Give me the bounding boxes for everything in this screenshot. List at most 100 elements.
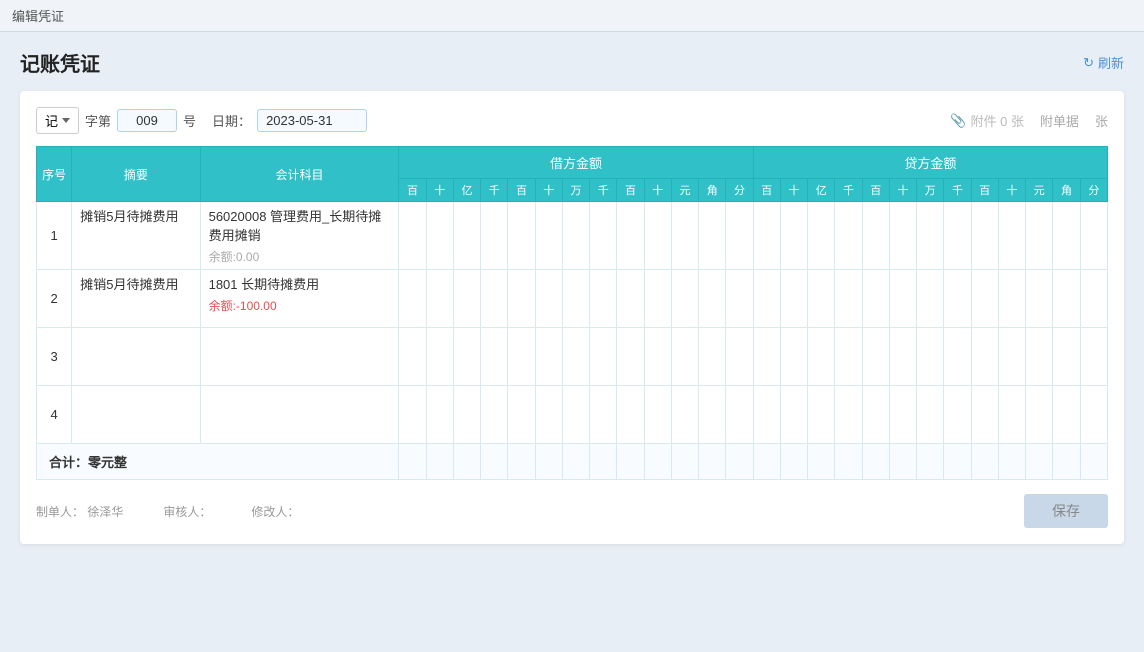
debit-amount-cell[interactable] (671, 202, 698, 270)
debit-amount-cell[interactable] (562, 328, 589, 386)
credit-amount-cell[interactable] (971, 202, 998, 270)
credit-amount-cell[interactable] (944, 386, 971, 444)
debit-amount-cell[interactable] (508, 270, 535, 328)
debit-amount-cell[interactable] (399, 270, 426, 328)
account-cell[interactable] (200, 386, 399, 444)
credit-amount-cell[interactable] (808, 270, 835, 328)
credit-amount-cell[interactable] (944, 328, 971, 386)
debit-amount-cell[interactable] (617, 386, 644, 444)
credit-amount-cell[interactable] (1053, 270, 1080, 328)
summary-cell[interactable] (72, 328, 200, 386)
credit-amount-cell[interactable] (780, 270, 807, 328)
credit-amount-cell[interactable] (1080, 386, 1107, 444)
credit-amount-cell[interactable] (753, 270, 780, 328)
credit-amount-cell[interactable] (998, 386, 1025, 444)
debit-amount-cell[interactable] (481, 328, 508, 386)
type-dropdown[interactable]: 记 (36, 107, 79, 134)
credit-amount-cell[interactable] (889, 202, 916, 270)
debit-amount-cell[interactable] (699, 386, 726, 444)
debit-amount-cell[interactable] (644, 270, 671, 328)
debit-amount-cell[interactable] (644, 202, 671, 270)
credit-amount-cell[interactable] (1080, 328, 1107, 386)
summary-cell[interactable]: 摊销5月待摊费用 (72, 270, 200, 328)
credit-amount-cell[interactable] (1026, 270, 1053, 328)
debit-amount-cell[interactable] (481, 386, 508, 444)
debit-amount-cell[interactable] (453, 328, 480, 386)
credit-amount-cell[interactable] (862, 386, 889, 444)
credit-amount-cell[interactable] (835, 328, 862, 386)
credit-amount-cell[interactable] (1053, 328, 1080, 386)
debit-amount-cell[interactable] (426, 202, 453, 270)
credit-amount-cell[interactable] (889, 270, 916, 328)
credit-amount-cell[interactable] (808, 202, 835, 270)
debit-amount-cell[interactable] (508, 386, 535, 444)
credit-amount-cell[interactable] (971, 328, 998, 386)
debit-amount-cell[interactable] (453, 386, 480, 444)
credit-amount-cell[interactable] (944, 270, 971, 328)
debit-amount-cell[interactable] (699, 202, 726, 270)
debit-amount-cell[interactable] (699, 328, 726, 386)
credit-amount-cell[interactable] (917, 202, 944, 270)
debit-amount-cell[interactable] (426, 328, 453, 386)
debit-amount-cell[interactable] (671, 386, 698, 444)
debit-amount-cell[interactable] (617, 202, 644, 270)
debit-amount-cell[interactable] (535, 202, 562, 270)
credit-amount-cell[interactable] (917, 386, 944, 444)
debit-amount-cell[interactable] (508, 202, 535, 270)
debit-amount-cell[interactable] (590, 202, 617, 270)
debit-amount-cell[interactable] (481, 202, 508, 270)
credit-amount-cell[interactable] (971, 270, 998, 328)
credit-amount-cell[interactable] (998, 202, 1025, 270)
debit-amount-cell[interactable] (699, 270, 726, 328)
credit-amount-cell[interactable] (1053, 386, 1080, 444)
debit-amount-cell[interactable] (726, 270, 753, 328)
debit-amount-cell[interactable] (644, 328, 671, 386)
credit-amount-cell[interactable] (780, 328, 807, 386)
credit-amount-cell[interactable] (753, 328, 780, 386)
debit-amount-cell[interactable] (535, 386, 562, 444)
debit-amount-cell[interactable] (535, 328, 562, 386)
debit-amount-cell[interactable] (590, 386, 617, 444)
debit-amount-cell[interactable] (726, 202, 753, 270)
credit-amount-cell[interactable] (808, 328, 835, 386)
debit-amount-cell[interactable] (453, 270, 480, 328)
debit-amount-cell[interactable] (726, 386, 753, 444)
credit-amount-cell[interactable] (998, 328, 1025, 386)
debit-amount-cell[interactable] (399, 328, 426, 386)
credit-amount-cell[interactable] (944, 202, 971, 270)
debit-amount-cell[interactable] (399, 386, 426, 444)
debit-amount-cell[interactable] (426, 386, 453, 444)
credit-amount-cell[interactable] (889, 328, 916, 386)
summary-cell[interactable]: 摊销5月待摊费用 (72, 202, 200, 270)
credit-amount-cell[interactable] (808, 386, 835, 444)
account-cell[interactable]: 1801 长期待摊费用余额:-100.00 (200, 270, 399, 328)
credit-amount-cell[interactable] (971, 386, 998, 444)
debit-amount-cell[interactable] (426, 270, 453, 328)
credit-amount-cell[interactable] (835, 202, 862, 270)
debit-amount-cell[interactable] (481, 270, 508, 328)
credit-amount-cell[interactable] (998, 270, 1025, 328)
summary-cell[interactable] (72, 386, 200, 444)
credit-amount-cell[interactable] (835, 386, 862, 444)
credit-amount-cell[interactable] (1026, 386, 1053, 444)
credit-amount-cell[interactable] (753, 386, 780, 444)
credit-amount-cell[interactable] (917, 270, 944, 328)
credit-amount-cell[interactable] (917, 328, 944, 386)
debit-amount-cell[interactable] (562, 270, 589, 328)
credit-amount-cell[interactable] (1026, 328, 1053, 386)
credit-amount-cell[interactable] (1053, 202, 1080, 270)
credit-amount-cell[interactable] (1026, 202, 1053, 270)
refresh-button[interactable]: ↻ 刷新 (1083, 53, 1124, 72)
debit-amount-cell[interactable] (508, 328, 535, 386)
credit-amount-cell[interactable] (862, 328, 889, 386)
debit-amount-cell[interactable] (399, 202, 426, 270)
debit-amount-cell[interactable] (590, 328, 617, 386)
debit-amount-cell[interactable] (535, 270, 562, 328)
debit-amount-cell[interactable] (453, 202, 480, 270)
debit-amount-cell[interactable] (590, 270, 617, 328)
debit-amount-cell[interactable] (644, 386, 671, 444)
save-button[interactable]: 保存 (1024, 494, 1108, 528)
credit-amount-cell[interactable] (1080, 270, 1107, 328)
voucher-number-input[interactable] (117, 109, 177, 132)
credit-amount-cell[interactable] (835, 270, 862, 328)
